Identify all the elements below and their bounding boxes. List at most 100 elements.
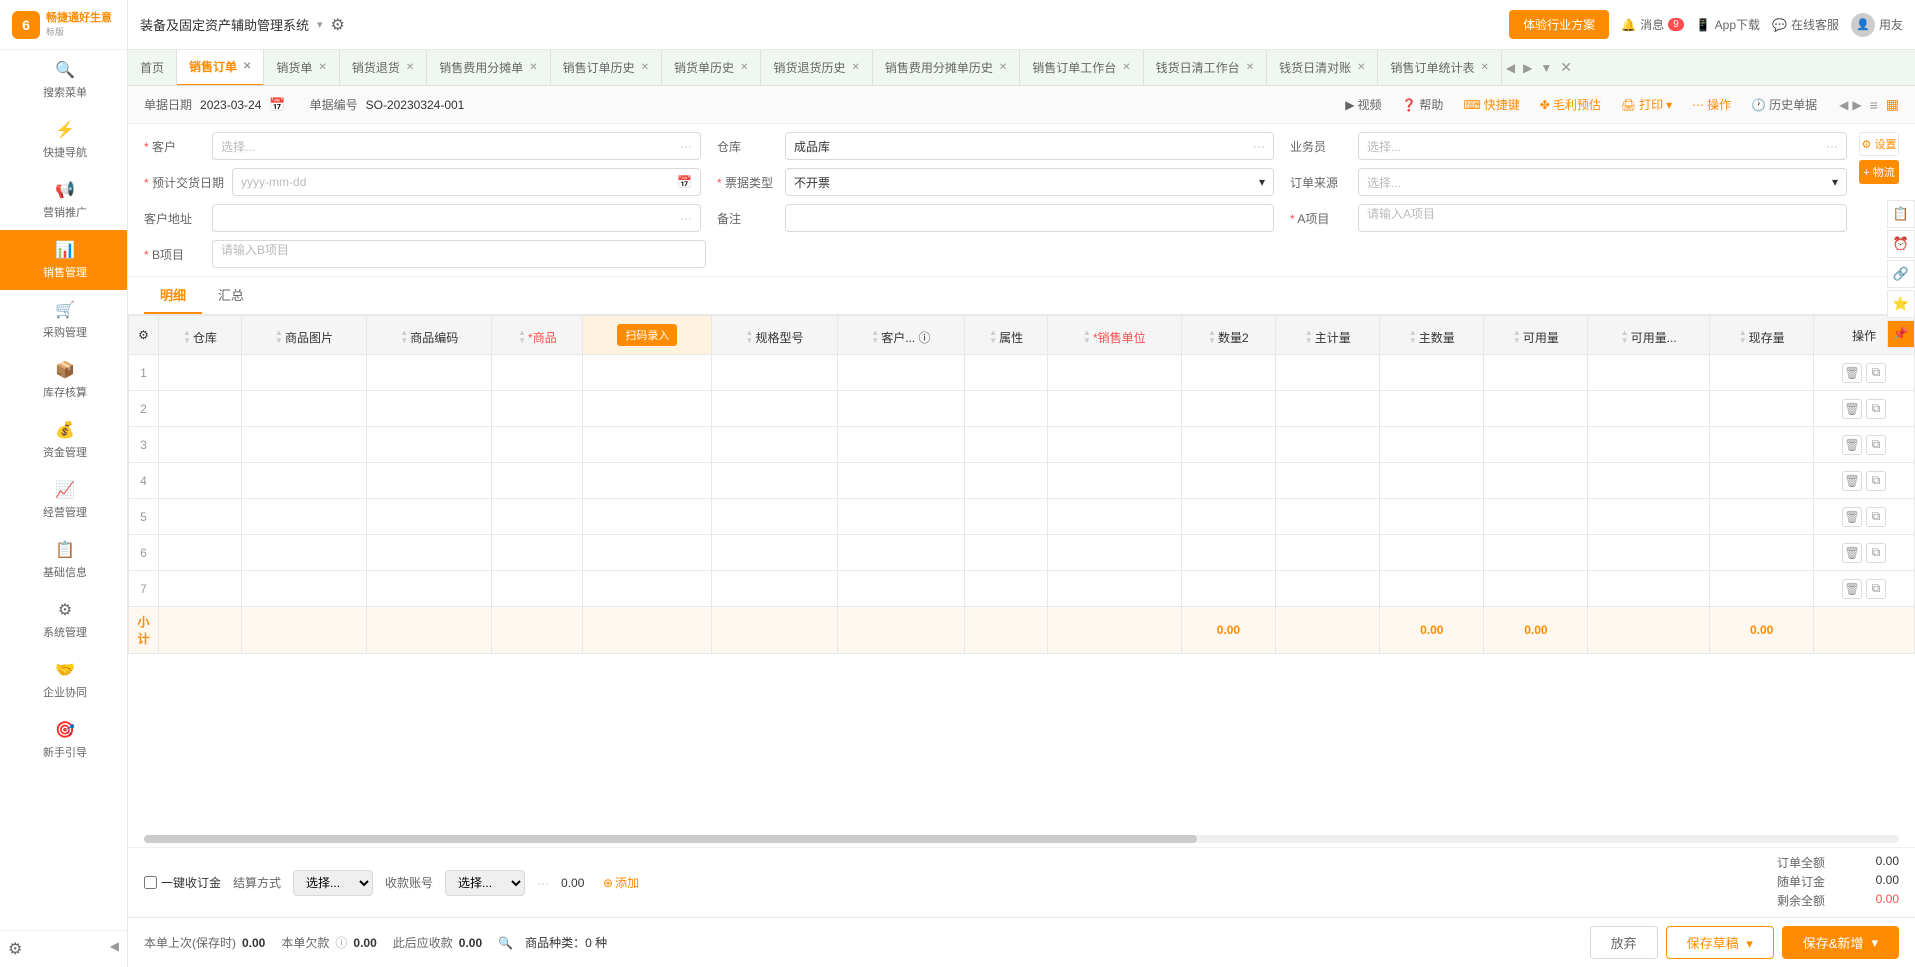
- data-cell[interactable]: [367, 499, 492, 535]
- data-cell[interactable]: [159, 391, 242, 427]
- data-cell[interactable]: [1588, 355, 1710, 391]
- data-cell[interactable]: [241, 535, 366, 571]
- col-avail-qty2[interactable]: ▲▼ 可用量...: [1588, 316, 1710, 355]
- tab-close-icon[interactable]: ✕: [1122, 62, 1130, 73]
- calendar-icon[interactable]: 📅: [269, 97, 285, 113]
- invoice-select[interactable]: 不开票 ▾: [785, 168, 1274, 196]
- data-cell[interactable]: [965, 427, 1048, 463]
- tab-daily-workbench[interactable]: 钱货日清工作台 ✕: [1144, 50, 1267, 86]
- user-avatar[interactable]: 👤 用友: [1851, 13, 1903, 37]
- data-cell[interactable]: [1484, 499, 1588, 535]
- col-unit[interactable]: ▲▼ *销售单位: [1048, 316, 1181, 355]
- sidebar-item-info[interactable]: 📋 基础信息: [0, 530, 127, 590]
- action-video[interactable]: ▶ 视频: [1339, 94, 1387, 115]
- delivery-input[interactable]: yyyy-mm-dd 📅: [232, 168, 701, 196]
- data-cell[interactable]: [1181, 535, 1276, 571]
- data-cell[interactable]: [965, 535, 1048, 571]
- tab-nav-next[interactable]: ▶: [1519, 61, 1536, 75]
- tab-home[interactable]: 首页: [128, 50, 177, 86]
- save-new-button[interactable]: 保存&新增 ▾: [1782, 926, 1899, 959]
- action-print[interactable]: 🖨 打印 ▾: [1615, 94, 1678, 115]
- data-cell[interactable]: [1710, 355, 1814, 391]
- tab-order-workbench[interactable]: 销售订单工作台 ✕: [1020, 50, 1143, 86]
- action-help[interactable]: ❓ 帮助: [1395, 94, 1449, 115]
- data-cell[interactable]: [1276, 571, 1380, 607]
- data-cell[interactable]: [367, 535, 492, 571]
- data-cell[interactable]: [712, 535, 837, 571]
- data-cell[interactable]: [367, 391, 492, 427]
- tab-nav-prev[interactable]: ◀: [1502, 61, 1519, 75]
- data-cell[interactable]: [367, 463, 492, 499]
- col-product[interactable]: ▲▼ *商品: [492, 316, 583, 355]
- one-click-label[interactable]: 一键收订金: [144, 874, 221, 891]
- data-cell[interactable]: [712, 463, 837, 499]
- action-ops[interactable]: ⋯ 操作: [1686, 94, 1737, 115]
- system-name-chevron[interactable]: ▾: [317, 18, 323, 31]
- data-cell[interactable]: [159, 499, 242, 535]
- data-cell[interactable]: [241, 463, 366, 499]
- data-cell[interactable]: [1484, 571, 1588, 607]
- action-history[interactable]: 🕐 历史单据: [1745, 94, 1823, 115]
- tab-close-icon[interactable]: ✕: [1481, 62, 1489, 73]
- rf-btn-5[interactable]: 📌: [1887, 320, 1915, 348]
- data-cell[interactable]: [712, 499, 837, 535]
- one-click-checkbox[interactable]: [144, 876, 157, 889]
- tab-order-history[interactable]: 销售订单历史 ✕: [551, 50, 662, 86]
- col-customer-code[interactable]: ▲▼ 客户... ⓘ: [837, 316, 965, 355]
- customer-input[interactable]: 选择... ···: [212, 132, 701, 160]
- data-cell[interactable]: [492, 463, 583, 499]
- data-cell[interactable]: [492, 499, 583, 535]
- col-main-unit[interactable]: ▲▼ 主计量: [1276, 316, 1380, 355]
- data-cell[interactable]: [837, 571, 965, 607]
- col-qty2[interactable]: ▲▼ 数量2: [1181, 316, 1276, 355]
- data-cell[interactable]: [159, 463, 242, 499]
- data-cell[interactable]: [1048, 355, 1181, 391]
- tab-nav-menu[interactable]: ▼: [1536, 61, 1556, 75]
- col-code[interactable]: ▲▼ 商品编码: [367, 316, 492, 355]
- sidebar-item-nav[interactable]: ⚡ 快捷导航: [0, 110, 127, 170]
- data-cell[interactable]: [1484, 391, 1588, 427]
- sidebar-item-guide[interactable]: 🎯 新手引导: [0, 710, 127, 770]
- data-cell[interactable]: [1710, 391, 1814, 427]
- data-cell[interactable]: [1380, 571, 1484, 607]
- salesman-input[interactable]: 选择... ···: [1358, 132, 1847, 160]
- col-warehouse[interactable]: ▲▼ 仓库: [159, 316, 242, 355]
- data-cell[interactable]: [965, 355, 1048, 391]
- copy-row-icon[interactable]: ⧉: [1866, 435, 1886, 455]
- data-cell[interactable]: [837, 427, 965, 463]
- rf-btn-4[interactable]: ⭐: [1887, 290, 1915, 318]
- sidebar-collapse-icon[interactable]: ◀: [110, 939, 119, 959]
- b-project-input[interactable]: 请输入B项目: [212, 240, 706, 268]
- data-cell[interactable]: [241, 571, 366, 607]
- add-material-button[interactable]: + 物流: [1859, 160, 1899, 184]
- delete-row-icon[interactable]: 🗑: [1842, 399, 1862, 419]
- data-cell[interactable]: [1484, 427, 1588, 463]
- table-gear-icon[interactable]: ⚙: [138, 328, 149, 342]
- data-cell[interactable]: [492, 571, 583, 607]
- sidebar-item-sales[interactable]: 📊 销售管理: [0, 230, 127, 290]
- data-cell[interactable]: [712, 427, 837, 463]
- data-cell[interactable]: [1380, 463, 1484, 499]
- scan-button[interactable]: 扫码录入: [617, 324, 677, 346]
- sidebar-item-marketing[interactable]: 📢 营销推广: [0, 170, 127, 230]
- data-cell[interactable]: [241, 355, 366, 391]
- data-cell[interactable]: [367, 427, 492, 463]
- tab-close-icon[interactable]: ✕: [529, 62, 537, 73]
- data-cell[interactable]: [1484, 463, 1588, 499]
- sidebar-item-finance[interactable]: 💰 资金管理: [0, 410, 127, 470]
- data-cell[interactable]: [837, 355, 965, 391]
- discard-button[interactable]: 放弃: [1590, 926, 1658, 959]
- header-list-view[interactable]: ≡: [1870, 97, 1878, 113]
- sidebar-item-search[interactable]: 🔍 搜索菜单: [0, 50, 127, 110]
- data-cell[interactable]: [837, 463, 965, 499]
- copy-row-icon[interactable]: ⧉: [1866, 363, 1886, 383]
- data-cell[interactable]: [367, 355, 492, 391]
- data-cell[interactable]: [1710, 427, 1814, 463]
- tab-close-icon[interactable]: ✕: [1357, 62, 1365, 73]
- data-cell[interactable]: [965, 571, 1048, 607]
- data-cell[interactable]: [1276, 535, 1380, 571]
- data-cell[interactable]: [1048, 499, 1181, 535]
- rf-btn-1[interactable]: 📋: [1887, 200, 1915, 228]
- payment-method-select[interactable]: 选择...: [293, 870, 373, 896]
- data-cell[interactable]: [1276, 391, 1380, 427]
